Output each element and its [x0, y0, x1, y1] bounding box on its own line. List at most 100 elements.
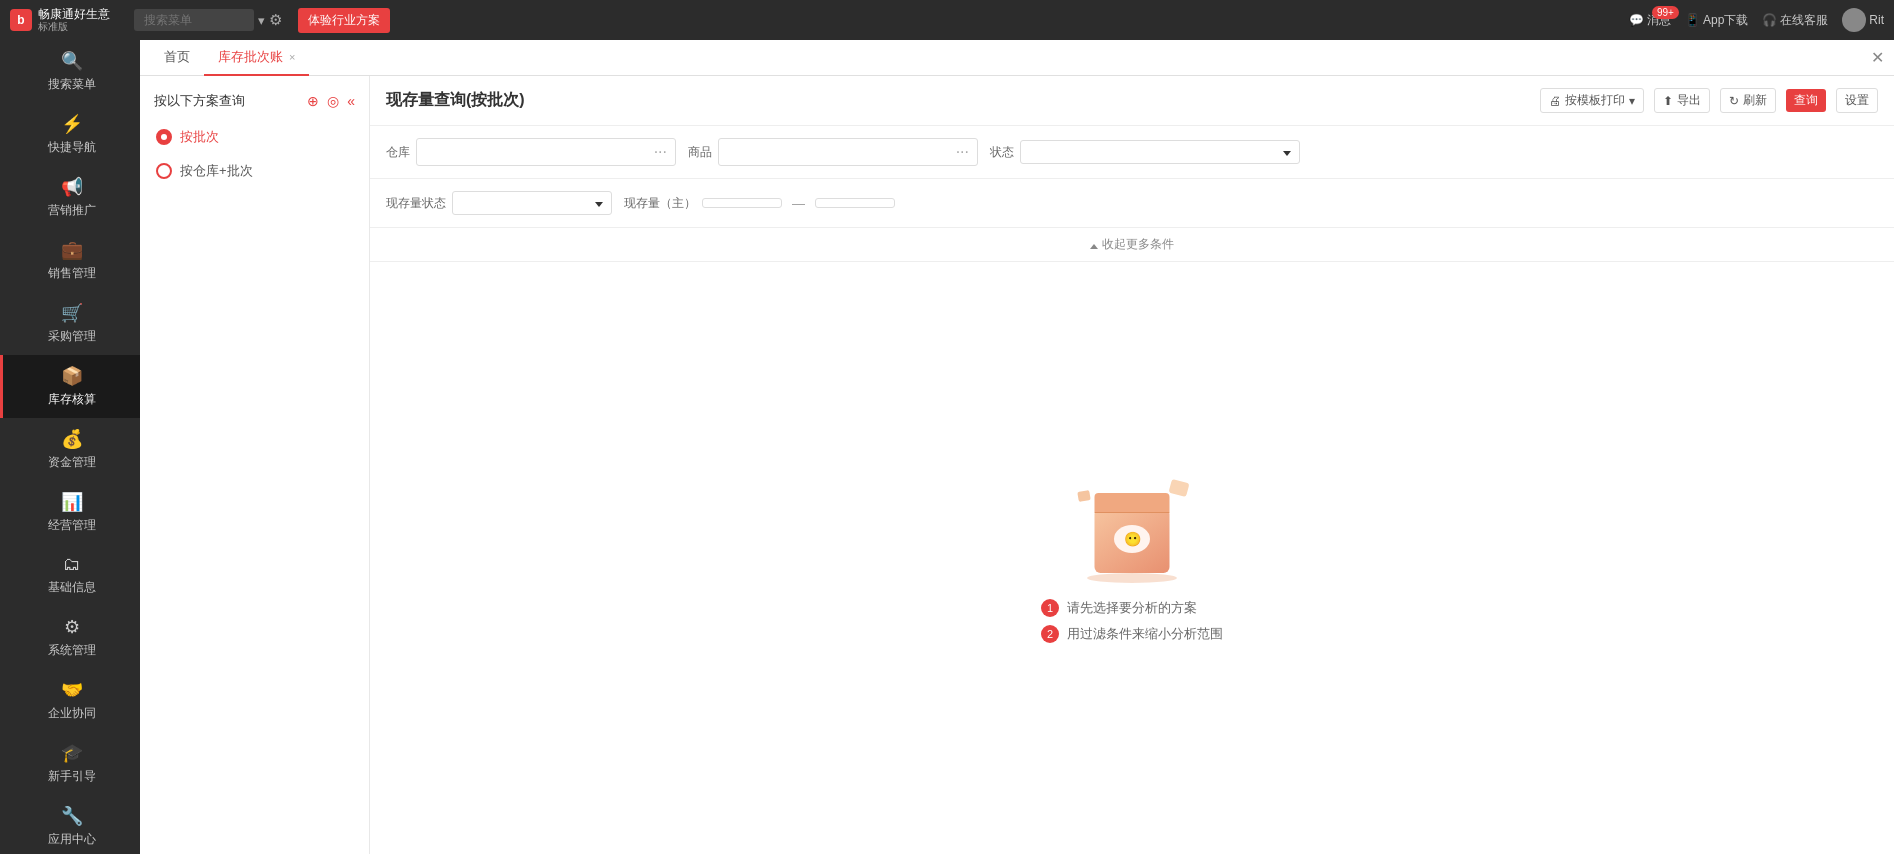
scheme-item-batch[interactable]: 按批次	[140, 120, 369, 154]
product-input[interactable]: ···	[718, 138, 978, 166]
inventory-status-select[interactable]	[452, 191, 612, 215]
user-avatar-area[interactable]: Rit	[1842, 8, 1884, 32]
collapse-label: 收起更多条件	[1102, 236, 1174, 253]
sidebar-item-label: 快捷导航	[48, 139, 96, 156]
basicinfo-icon: 🗂	[63, 554, 81, 575]
app-download-btn[interactable]: 📱 App下载	[1685, 12, 1748, 29]
collapse-bar[interactable]: 收起更多条件	[370, 228, 1894, 262]
page-title: 现存量查询(按批次)	[386, 90, 525, 111]
scheme-warehouse-batch-label: 按仓库+批次	[180, 162, 253, 180]
refresh-btn[interactable]: ↻ 刷新	[1720, 88, 1776, 113]
sidebar-item-system[interactable]: ⚙ 系统管理	[0, 606, 140, 669]
manage-scheme-icon[interactable]: ◎	[327, 93, 339, 109]
empty-deco-1	[1168, 479, 1189, 497]
headset-icon: 🎧	[1762, 13, 1777, 27]
version-label: 标准版	[38, 21, 110, 33]
filter-panel-header-icons: ⊕ ◎ «	[307, 93, 355, 109]
product-label: 商品	[688, 144, 712, 161]
phone-icon: 📱	[1685, 13, 1700, 27]
marketing-icon: 📢	[61, 176, 83, 198]
online-service-label: 在线客服	[1780, 12, 1828, 29]
username: Rit	[1869, 13, 1884, 27]
online-service-btn[interactable]: 🎧 在线客服	[1762, 12, 1828, 29]
collapse-panel-icon[interactable]: «	[347, 93, 355, 109]
sidebar-item-search[interactable]: 🔍 搜索菜单	[0, 40, 140, 103]
tab-active-label: 库存批次账	[218, 48, 283, 66]
brand: b 畅康通好生意 标准版	[10, 7, 110, 33]
status-field: 状态	[990, 140, 1300, 164]
tab-bar-close-icon[interactable]: ✕	[1871, 48, 1884, 67]
filter-panel: 按以下方案查询 ⊕ ◎ « 按批次 按仓库+批次	[140, 76, 370, 854]
sidebar-item-enterprise[interactable]: 🤝 企业协同	[0, 669, 140, 732]
purchase-icon: 🛒	[61, 302, 83, 324]
query-header: 现存量查询(按批次) 🖨 按模板打印 ▾ ⬆ 导出 ↻	[370, 76, 1894, 126]
sidebar-item-label: 应用中心	[48, 831, 96, 848]
scheme-item-warehouse-batch[interactable]: 按仓库+批次	[140, 154, 369, 188]
avatar	[1842, 8, 1866, 32]
print-btn-label: 按模板打印	[1565, 92, 1625, 109]
settings-icon[interactable]: ⚙	[269, 11, 282, 29]
sidebar-item-beginner[interactable]: 🎓 新手引导	[0, 732, 140, 795]
tab-inventory-batch[interactable]: 库存批次账 ×	[204, 40, 309, 76]
sidebar-item-label: 系统管理	[48, 642, 96, 659]
refresh-icon: ↻	[1729, 94, 1739, 108]
topbar: b 畅康通好生意 标准版 ▾ ⚙ 体验行业方案 💬 消息 99+ 📱 App下载…	[0, 0, 1894, 40]
tab-home[interactable]: 首页	[150, 40, 204, 76]
empty-illustration: 😶	[1072, 473, 1192, 583]
query-btn[interactable]: 查询	[1786, 89, 1826, 112]
brand-logo: b	[10, 9, 32, 31]
export-btn-label: 导出	[1677, 92, 1701, 109]
step-2-label: 用过滤条件来缩小分析范围	[1067, 625, 1223, 643]
sidebar-item-marketing[interactable]: 📢 营销推广	[0, 166, 140, 229]
tab-close-icon[interactable]: ×	[289, 51, 295, 63]
filter-panel-header: 按以下方案查询 ⊕ ◎ «	[140, 86, 369, 120]
chevron-down-icon[interactable]: ▾	[258, 13, 265, 28]
sidebar-item-sales[interactable]: 💼 销售管理	[0, 229, 140, 292]
sidebar-item-basic-info[interactable]: 🗂 基础信息	[0, 544, 140, 606]
warehouse-field: 仓库 ···	[386, 138, 676, 166]
page-content: 按以下方案查询 ⊕ ◎ « 按批次 按仓库+批次	[140, 76, 1894, 854]
sidebar-item-quicknav[interactable]: ⚡ 快捷导航	[0, 103, 140, 166]
add-scheme-icon[interactable]: ⊕	[307, 93, 319, 109]
scheme-radio-empty	[156, 163, 172, 179]
sidebar-item-inventory[interactable]: 📦 库存核算	[0, 355, 140, 418]
export-icon: ⬆	[1663, 94, 1673, 108]
inventory-main-field: 现存量（主） —	[624, 195, 895, 212]
empty-deco-2	[1077, 490, 1091, 502]
print-chevron-icon[interactable]: ▾	[1629, 94, 1635, 108]
print-btn[interactable]: 🖨 按模板打印 ▾	[1540, 88, 1644, 113]
export-btn[interactable]: ⬆ 导出	[1654, 88, 1710, 113]
inventory-main-to[interactable]	[815, 198, 895, 208]
quicknav-icon: ⚡	[61, 113, 83, 135]
sales-icon: 💼	[61, 239, 83, 261]
topbar-right: 💬 消息 99+ 📱 App下载 🎧 在线客服 Rit	[1629, 8, 1884, 32]
search-input[interactable]	[134, 9, 254, 31]
warehouse-dots-icon[interactable]: ···	[654, 143, 667, 161]
print-icon: 🖨	[1549, 94, 1561, 108]
inventory-status-field: 现存量状态	[386, 191, 612, 215]
sidebar-item-purchase[interactable]: 🛒 采购管理	[0, 292, 140, 355]
message-btn[interactable]: 💬 消息 99+	[1629, 12, 1671, 29]
status-chevron-icon	[1283, 145, 1291, 159]
sidebar-item-finance[interactable]: 💰 资金管理	[0, 418, 140, 481]
message-badge: 99+	[1652, 6, 1679, 19]
sidebar-item-label: 营销推广	[48, 202, 96, 219]
content-area: 首页 库存批次账 × ✕ 按以下方案查询 ⊕ ◎ «	[140, 40, 1894, 854]
settings-btn[interactable]: 设置	[1836, 88, 1878, 113]
experience-btn[interactable]: 体验行业方案	[298, 8, 390, 33]
inventory-main-from[interactable]	[702, 198, 782, 208]
warehouse-input[interactable]: ···	[416, 138, 676, 166]
sidebar-item-label: 新手引导	[48, 768, 96, 785]
search-area: ▾ ⚙	[134, 9, 282, 31]
empty-shadow	[1087, 573, 1177, 583]
finance-icon: 💰	[61, 428, 83, 450]
filter-row-2: 现存量状态 现存量（主） —	[370, 179, 1894, 228]
tab-home-label: 首页	[164, 48, 190, 66]
inventory-dash: —	[788, 196, 809, 211]
product-dots-icon[interactable]: ···	[956, 143, 969, 161]
main-layout: 🔍 搜索菜单 ⚡ 快捷导航 📢 营销推广 💼 销售管理 🛒 采购管理 📦 库存核…	[0, 40, 1894, 854]
status-select[interactable]	[1020, 140, 1300, 164]
sidebar-item-appstore[interactable]: 🔧 应用中心	[0, 795, 140, 854]
sidebar-item-operations[interactable]: 📊 经营管理	[0, 481, 140, 544]
warehouse-label: 仓库	[386, 144, 410, 161]
